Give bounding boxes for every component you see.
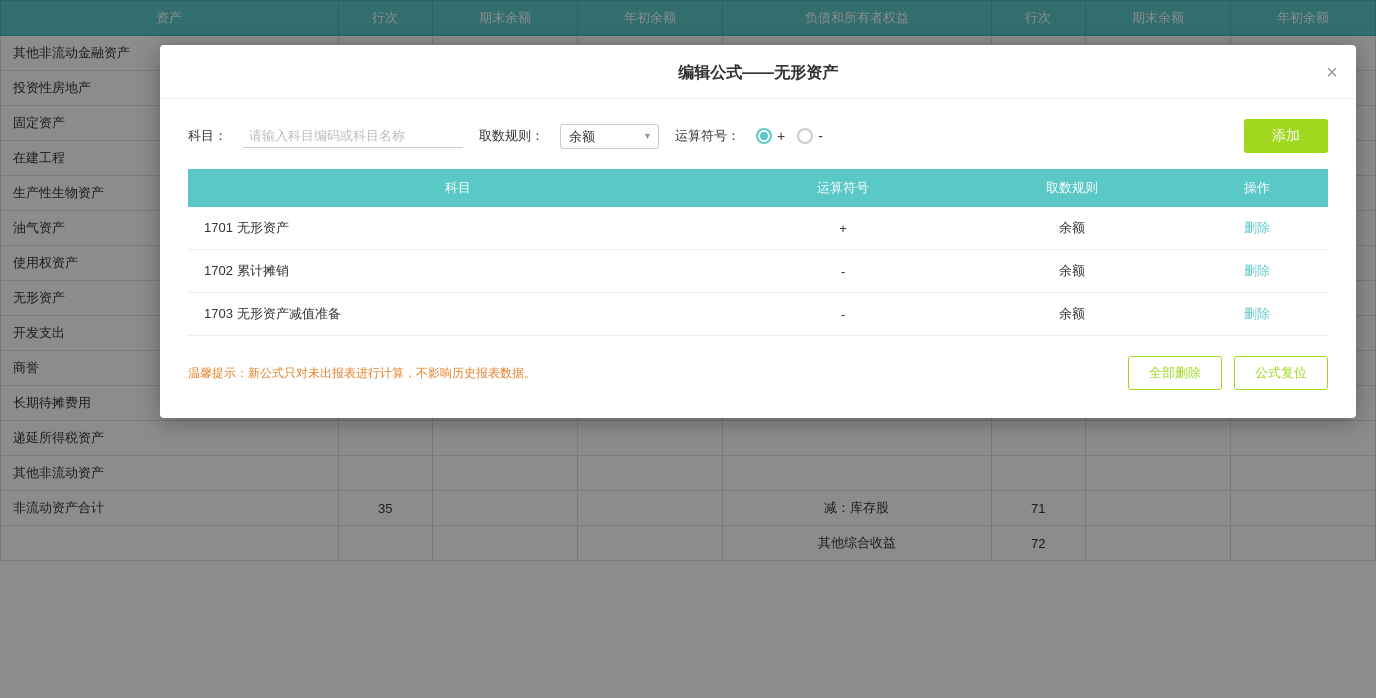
footer-buttons: 全部删除 公式复位 (1128, 356, 1328, 390)
modal-subject-cell: 1701 无形资产 (188, 207, 729, 250)
modal-operator-cell: + (729, 207, 958, 250)
delete-all-button[interactable]: 全部删除 (1128, 356, 1222, 390)
modal-footer: 温馨提示：新公式只对未出报表进行计算，不影响历史报表数据。 全部删除 公式复位 (160, 336, 1356, 394)
operator-radio-group: + - (756, 128, 823, 144)
modal-action-cell: 删除 (1187, 293, 1328, 336)
modal-header: 编辑公式——无形资产 × (160, 45, 1356, 99)
rule-select[interactable]: 余额 借方发生额 贷方发生额 (560, 124, 659, 149)
modal-subject-cell: 1703 无形资产减值准备 (188, 293, 729, 336)
hint-text: 温馨提示：新公式只对未出报表进行计算，不影响历史报表数据。 (188, 365, 536, 382)
modal-table-row: 1702 累计摊销 - 余额 删除 (188, 250, 1328, 293)
modal-action-cell: 删除 (1187, 250, 1328, 293)
modal-rule-cell: 余额 (958, 293, 1187, 336)
radio-minus-circle (797, 128, 813, 144)
delete-row-link[interactable]: 删除 (1244, 306, 1270, 321)
delete-row-link[interactable]: 删除 (1244, 220, 1270, 235)
subject-label: 科目： (188, 127, 227, 145)
add-button[interactable]: 添加 (1244, 119, 1328, 153)
modal-rule-cell: 余额 (958, 207, 1187, 250)
subject-input[interactable] (243, 124, 463, 148)
rule-select-wrap: 余额 借方发生额 贷方发生额 (560, 124, 659, 149)
modal-table-row: 1701 无形资产 + 余额 删除 (188, 207, 1328, 250)
modal-subject-cell: 1702 累计摊销 (188, 250, 729, 293)
rule-label: 取数规则： (479, 127, 544, 145)
modal-close-button[interactable]: × (1326, 62, 1338, 82)
modal-title: 编辑公式——无形资产 (678, 63, 838, 84)
operator-plus-radio[interactable]: + (756, 128, 785, 144)
delete-row-link[interactable]: 删除 (1244, 263, 1270, 278)
reset-formula-button[interactable]: 公式复位 (1234, 356, 1328, 390)
operator-minus-radio[interactable]: - (797, 128, 823, 144)
modal-inner-table: 科目运算符号取数规则操作 1701 无形资产 + 余额 删除 1702 累计摊销… (188, 169, 1328, 336)
form-row: 科目： 取数规则： 余额 借方发生额 贷方发生额 运算符号： + - 添加 (160, 99, 1356, 169)
modal-rule-cell: 余额 (958, 250, 1187, 293)
modal-operator-cell: - (729, 293, 958, 336)
operator-minus-label: - (818, 128, 823, 144)
modal-table-header: 科目 (188, 169, 729, 207)
operator-label: 运算符号： (675, 127, 740, 145)
radio-plus-circle (756, 128, 772, 144)
modal-table-wrap: 科目运算符号取数规则操作 1701 无形资产 + 余额 删除 1702 累计摊销… (188, 169, 1328, 336)
modal-table-header: 运算符号 (729, 169, 958, 207)
modal-action-cell: 删除 (1187, 207, 1328, 250)
modal-operator-cell: - (729, 250, 958, 293)
edit-formula-modal: 编辑公式——无形资产 × 科目： 取数规则： 余额 借方发生额 贷方发生额 运算… (160, 45, 1356, 418)
modal-table-row: 1703 无形资产减值准备 - 余额 删除 (188, 293, 1328, 336)
modal-table-header: 操作 (1187, 169, 1328, 207)
modal-table-header: 取数规则 (958, 169, 1187, 207)
operator-plus-label: + (777, 128, 785, 144)
